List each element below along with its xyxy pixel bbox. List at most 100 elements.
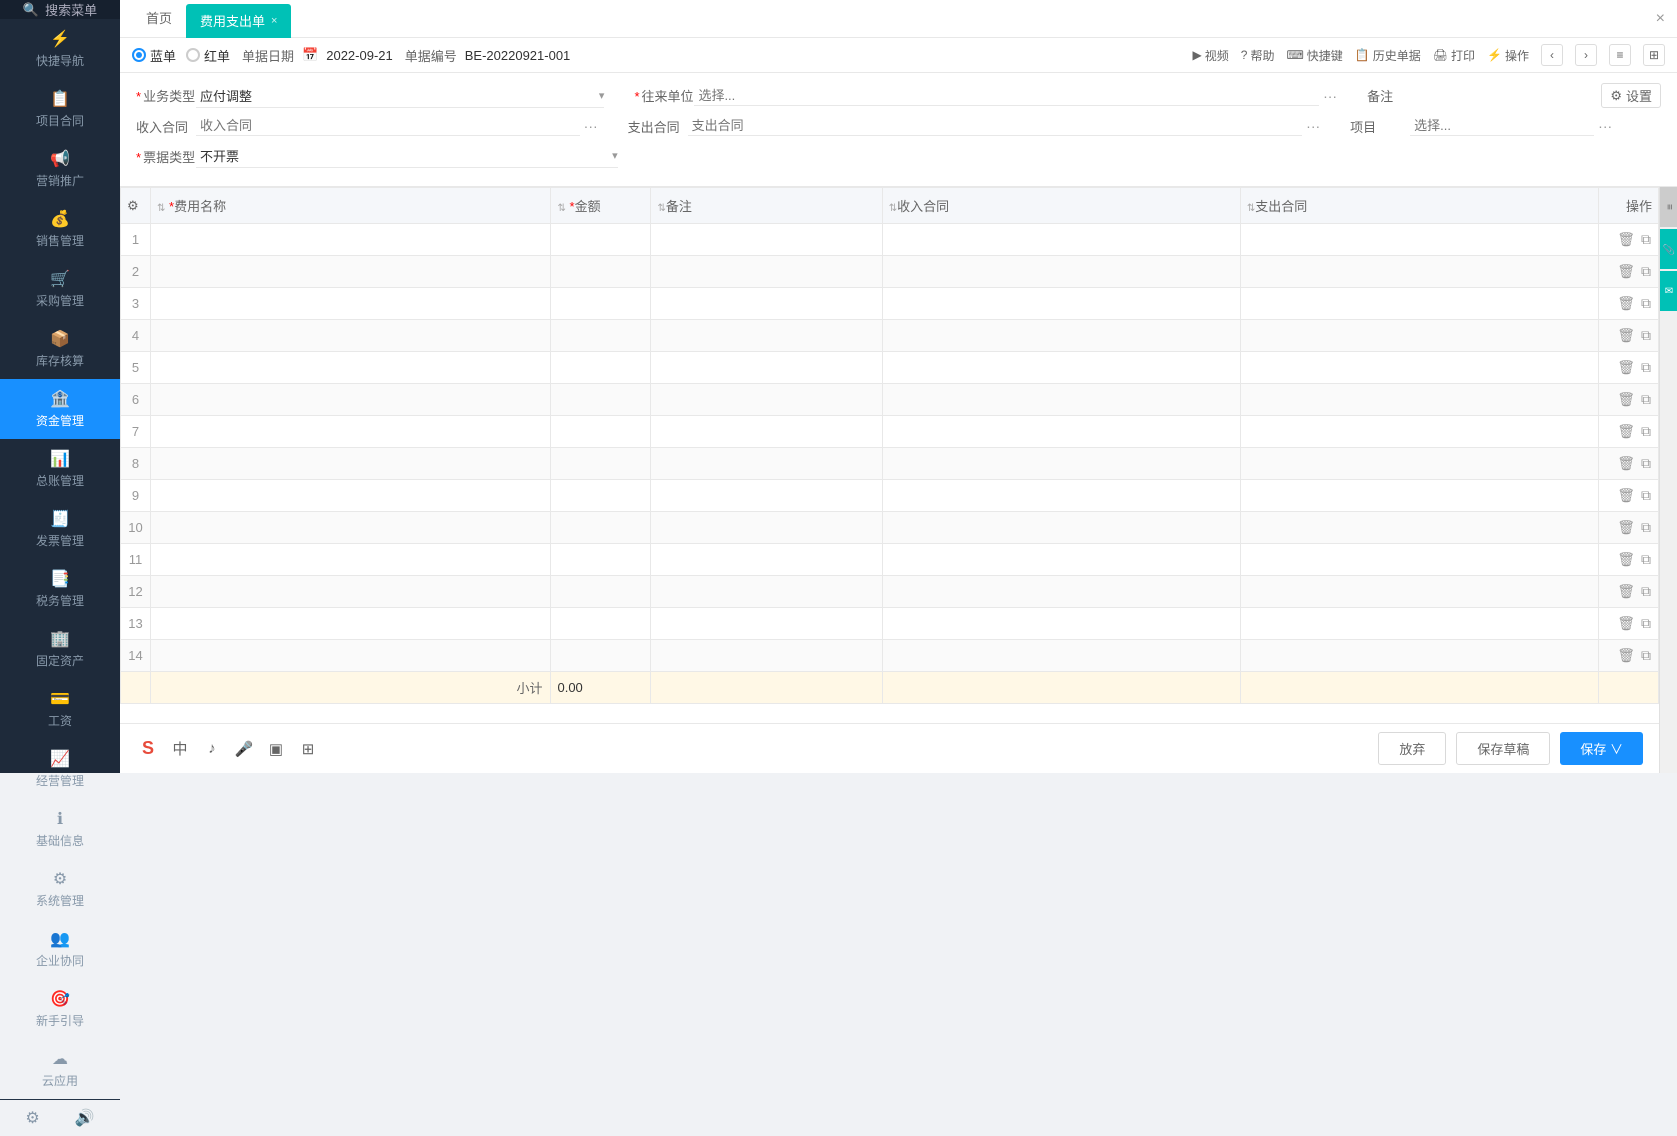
th-remark[interactable]: ⇅备注 <box>651 188 882 224</box>
copy-btn[interactable]: ⧉ <box>1638 263 1654 279</box>
income-contract-cell[interactable] <box>882 512 1240 544</box>
sidebar-item-new-guide[interactable]: 🎯 新手引导 <box>0 979 120 1039</box>
sidebar-item-system[interactable]: ⚙ 系统管理 <box>0 859 120 919</box>
nav-next-btn[interactable]: › <box>1575 44 1597 66</box>
expense-name-cell[interactable] <box>151 640 551 672</box>
income-contract-dots[interactable]: ··· <box>584 118 598 134</box>
radio-blue[interactable]: 蓝单 <box>132 46 176 65</box>
action-help[interactable]: ? 帮助 <box>1241 47 1275 64</box>
amount-cell[interactable] <box>551 640 651 672</box>
copy-btn[interactable]: ⧉ <box>1638 455 1654 471</box>
amount-cell[interactable] <box>551 448 651 480</box>
sidebar-item-operations[interactable]: 📈 经营管理 <box>0 739 120 799</box>
sidebar-item-capital[interactable]: 🏦 资金管理 <box>0 379 120 439</box>
save-draft-button[interactable]: 保存草稿 <box>1456 732 1550 765</box>
income-contract-cell[interactable] <box>882 352 1240 384</box>
tab-expense-close[interactable]: × <box>271 15 277 27</box>
chinese-input-icon[interactable]: 中 <box>168 737 192 761</box>
delete-btn[interactable]: 🗑 <box>1614 519 1638 535</box>
remark-cell[interactable] <box>651 224 882 256</box>
expense-name-cell[interactable] <box>151 544 551 576</box>
expense-contract-input[interactable] <box>688 116 1303 136</box>
business-type-select[interactable]: 应付调整 ▾ <box>196 84 604 108</box>
copy-btn[interactable]: ⧉ <box>1638 327 1654 343</box>
music-icon[interactable]: ♪ <box>200 737 224 761</box>
discard-button[interactable]: 放弃 <box>1378 732 1446 765</box>
delete-btn[interactable]: 🗑 <box>1614 391 1638 407</box>
copy-btn[interactable]: ⧉ <box>1638 615 1654 631</box>
expense-contract-cell[interactable] <box>1240 384 1598 416</box>
screen-icon[interactable]: ▣ <box>264 737 288 761</box>
expense-name-cell[interactable] <box>151 352 551 384</box>
income-contract-cell[interactable] <box>882 608 1240 640</box>
remark-cell[interactable] <box>651 640 882 672</box>
income-contract-cell[interactable] <box>882 288 1240 320</box>
sidebar-item-marketing[interactable]: 📢 营销推广 <box>0 139 120 199</box>
income-contract-cell[interactable] <box>882 576 1240 608</box>
sidebar-item-tax[interactable]: 📑 税务管理 <box>0 559 120 619</box>
income-contract-cell[interactable] <box>882 416 1240 448</box>
expense-name-cell[interactable] <box>151 512 551 544</box>
expense-contract-cell[interactable] <box>1240 544 1598 576</box>
copy-btn[interactable]: ⧉ <box>1638 583 1654 599</box>
expense-contract-cell[interactable] <box>1240 480 1598 512</box>
remark-cell[interactable] <box>651 256 882 288</box>
expense-name-cell[interactable] <box>151 608 551 640</box>
delete-btn[interactable]: 🗑 <box>1614 551 1638 567</box>
income-contract-cell[interactable] <box>882 480 1240 512</box>
expense-contract-cell[interactable] <box>1240 576 1598 608</box>
expense-name-cell[interactable] <box>151 448 551 480</box>
sidebar-item-invoice[interactable]: 🧾 发票管理 <box>0 499 120 559</box>
amount-cell[interactable] <box>551 288 651 320</box>
number-value[interactable]: BE-20220921-001 <box>465 48 571 63</box>
expense-name-cell[interactable] <box>151 480 551 512</box>
sidebar-item-enterprise[interactable]: 👥 企业协同 <box>0 919 120 979</box>
amount-cell[interactable] <box>551 224 651 256</box>
delete-btn[interactable]: 🗑 <box>1614 647 1638 663</box>
copy-btn[interactable]: ⧉ <box>1638 359 1654 375</box>
partner-dots[interactable]: ··· <box>1323 88 1337 104</box>
tab-home[interactable]: 首页 <box>132 0 186 38</box>
amount-cell[interactable] <box>551 512 651 544</box>
side-tab-1[interactable]: ≡ <box>1660 187 1677 227</box>
expense-name-cell[interactable] <box>151 256 551 288</box>
sidebar-item-payroll[interactable]: 💳 工资 <box>0 679 120 739</box>
remark-cell[interactable] <box>651 608 882 640</box>
window-close-btn[interactable]: × <box>1656 10 1665 28</box>
delete-btn[interactable]: 🗑 <box>1614 327 1638 343</box>
action-operate[interactable]: ⚡ 操作 <box>1487 47 1529 64</box>
expense-contract-cell[interactable] <box>1240 448 1598 480</box>
expense-contract-cell[interactable] <box>1240 416 1598 448</box>
table-settings-icon[interactable]: ⚙ <box>127 198 139 213</box>
amount-cell[interactable] <box>551 320 651 352</box>
remark-cell[interactable] <box>651 384 882 416</box>
expense-contract-cell[interactable] <box>1240 640 1598 672</box>
sidebar-item-accounting[interactable]: 📊 总账管理 <box>0 439 120 499</box>
sidebar-item-inventory[interactable]: 📦 库存核算 <box>0 319 120 379</box>
copy-btn[interactable]: ⧉ <box>1638 295 1654 311</box>
action-shortcut[interactable]: ⌨ 快捷键 <box>1286 47 1342 64</box>
view-grid-btn[interactable]: ⊞ <box>1643 44 1665 66</box>
amount-cell[interactable] <box>551 416 651 448</box>
amount-cell[interactable] <box>551 352 651 384</box>
expense-name-cell[interactable] <box>151 288 551 320</box>
expense-contract-dots[interactable]: ··· <box>1306 118 1320 134</box>
delete-btn[interactable]: 🗑 <box>1614 423 1638 439</box>
side-tab-2[interactable]: 📎 <box>1660 229 1677 269</box>
delete-btn[interactable]: 🗑 <box>1614 295 1638 311</box>
copy-btn[interactable]: ⧉ <box>1638 647 1654 663</box>
amount-cell[interactable] <box>551 480 651 512</box>
expense-name-cell[interactable] <box>151 224 551 256</box>
nav-prev-btn[interactable]: ‹ <box>1541 44 1563 66</box>
remark-cell[interactable] <box>651 576 882 608</box>
grid-icon[interactable]: ⊞ <box>296 737 320 761</box>
expense-contract-cell[interactable] <box>1240 608 1598 640</box>
volume-footer-btn[interactable]: 🔊 <box>75 1108 95 1128</box>
sidebar-item-fixed-assets[interactable]: 🏢 固定资产 <box>0 619 120 679</box>
delete-btn[interactable]: 🗑 <box>1614 583 1638 599</box>
delete-btn[interactable]: 🗑 <box>1614 263 1638 279</box>
remark-cell[interactable] <box>651 448 882 480</box>
expense-name-cell[interactable] <box>151 576 551 608</box>
copy-btn[interactable]: ⧉ <box>1638 423 1654 439</box>
expense-contract-cell[interactable] <box>1240 352 1598 384</box>
